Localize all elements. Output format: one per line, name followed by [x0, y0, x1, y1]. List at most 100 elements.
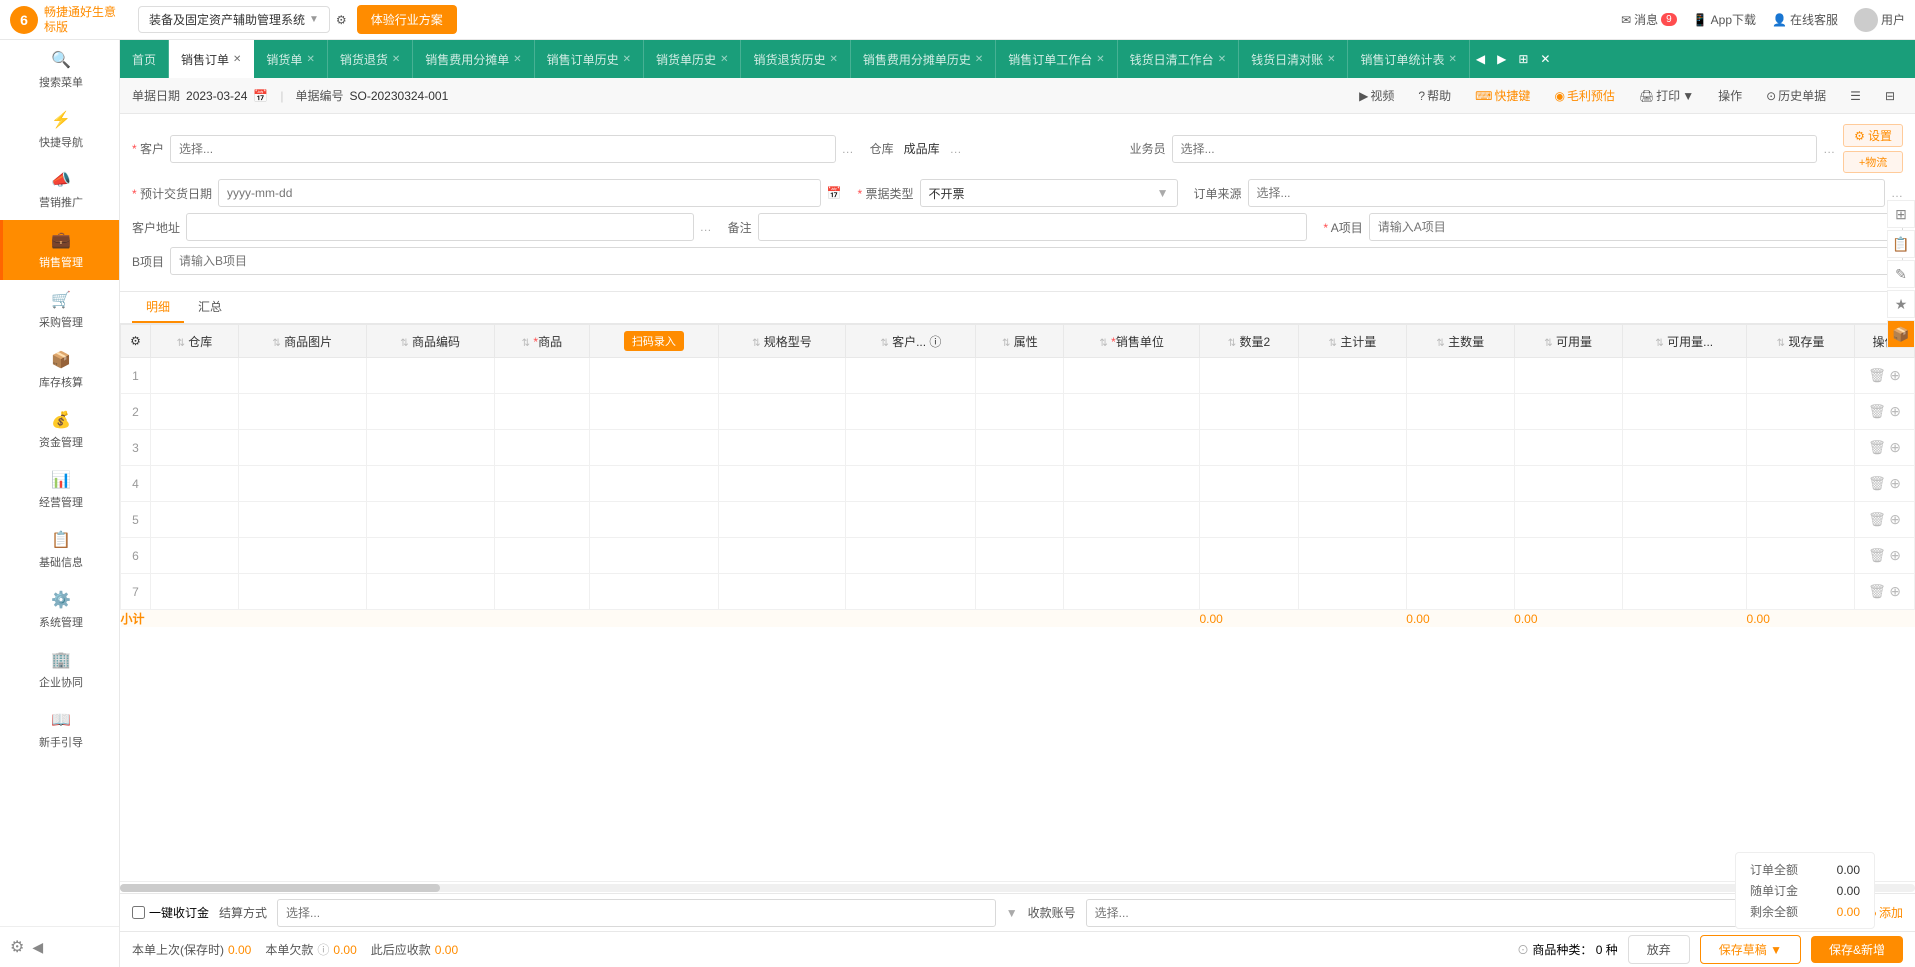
info-icon[interactable]: ⓘ [929, 335, 941, 349]
tab-close-all-btn[interactable]: ✕ [1534, 52, 1556, 66]
row-qty2[interactable] [1199, 502, 1298, 538]
print-btn[interactable]: 🖨 打印 ▼ [1631, 84, 1702, 107]
ops-btn[interactable]: 操作 [1710, 84, 1750, 107]
row-sales-unit[interactable] [1064, 574, 1200, 610]
row-main-unit[interactable] [1298, 358, 1406, 394]
invoice-select[interactable]: 不开票 ▼ [920, 179, 1178, 207]
row-spec[interactable] [718, 574, 846, 610]
row-customer-code[interactable] [846, 394, 976, 430]
order-source-more-icon[interactable]: … [1891, 186, 1903, 200]
remark-input[interactable] [758, 213, 1308, 241]
row-code[interactable] [366, 538, 494, 574]
tab-close-icon[interactable]: ✕ [623, 54, 631, 65]
tab-close-icon[interactable]: ✕ [829, 54, 837, 65]
edge-btn-2[interactable]: 📋 [1887, 230, 1915, 258]
row-code[interactable] [366, 394, 494, 430]
layout-btn[interactable]: ☰ [1842, 86, 1869, 106]
row-attr[interactable] [976, 394, 1064, 430]
row-qty2[interactable] [1199, 358, 1298, 394]
row-attr[interactable] [976, 574, 1064, 610]
delete-row-btn[interactable]: 🗑 [1868, 403, 1886, 419]
row-warehouse[interactable] [151, 430, 239, 466]
sidebar-item-basic-info[interactable]: 📋 基础信息 [0, 520, 119, 580]
shortcut-btn[interactable]: ⌨ 快捷键 [1467, 84, 1538, 107]
warehouse-more-icon[interactable]: … [950, 142, 962, 156]
delete-row-btn[interactable]: 🗑 [1868, 439, 1886, 455]
row-stock[interactable] [1747, 430, 1855, 466]
payment-checkbox-label[interactable]: 一键收订金 [132, 904, 209, 921]
edge-btn-4[interactable]: ★ [1887, 290, 1915, 318]
tab-close-icon[interactable]: ✕ [1449, 54, 1457, 65]
tab-cash-daily-account[interactable]: 钱货日清对账 ✕ [1239, 40, 1348, 78]
delete-row-btn[interactable]: 🗑 [1868, 547, 1886, 563]
row-available2[interactable] [1622, 574, 1747, 610]
account-input[interactable] [1086, 899, 1805, 927]
row-attr[interactable] [976, 430, 1064, 466]
customer-input[interactable] [170, 135, 836, 163]
row-available[interactable] [1514, 430, 1622, 466]
sidebar-item-enterprise[interactable]: 🏢 企业协同 [0, 640, 119, 700]
row-sales-unit[interactable] [1064, 358, 1200, 394]
customer-address-input[interactable] [186, 213, 694, 241]
tab-close-icon[interactable]: ✕ [392, 54, 400, 65]
row-stock[interactable] [1747, 502, 1855, 538]
row-product[interactable] [494, 538, 590, 574]
row-warehouse[interactable] [151, 358, 239, 394]
setup-btn[interactable]: ⚙ 设置 [1843, 124, 1903, 147]
row-main-unit[interactable] [1298, 502, 1406, 538]
view-video-btn[interactable]: ▶ 视频 [1351, 84, 1402, 107]
edge-btn-3[interactable]: ✎ [1887, 260, 1915, 288]
copy-row-btn[interactable]: ⊕ [1889, 367, 1901, 383]
sidebar-item-system[interactable]: ⚙️ 系统管理 [0, 580, 119, 640]
row-product[interactable] [494, 502, 590, 538]
history-btn[interactable]: ⊙ 历史单据 [1758, 84, 1834, 107]
row-qty2[interactable] [1199, 574, 1298, 610]
row-attr[interactable] [976, 466, 1064, 502]
calendar-icon[interactable]: 📅 [253, 89, 268, 103]
collapse-icon[interactable]: ◀ [32, 939, 43, 956]
tab-close-icon[interactable]: ✕ [720, 54, 728, 65]
row-main-unit[interactable] [1298, 574, 1406, 610]
row-customer-code[interactable] [846, 430, 976, 466]
sidebar-item-operations[interactable]: 📊 经营管理 [0, 460, 119, 520]
row-customer-code[interactable] [846, 574, 976, 610]
row-product[interactable] [494, 394, 590, 430]
row-main-qty[interactable] [1406, 502, 1514, 538]
row-main-unit[interactable] [1298, 394, 1406, 430]
copy-row-btn[interactable]: ⊕ [1889, 511, 1901, 527]
row-code[interactable] [366, 358, 494, 394]
row-available2[interactable] [1622, 502, 1747, 538]
row-code[interactable] [366, 574, 494, 610]
row-spec[interactable] [718, 502, 846, 538]
sidebar-item-marketing[interactable]: 📣 营销推广 [0, 160, 119, 220]
tab-close-icon[interactable]: ✕ [1096, 54, 1104, 65]
row-main-unit[interactable] [1298, 466, 1406, 502]
sidebar-item-inventory[interactable]: 📦 库存核算 [0, 340, 119, 400]
row-main-qty[interactable] [1406, 394, 1514, 430]
address-more-icon[interactable]: … [700, 220, 712, 234]
tab-sales-stat[interactable]: 销售订单统计表 ✕ [1348, 40, 1469, 78]
row-main-qty[interactable] [1406, 538, 1514, 574]
row-warehouse[interactable] [151, 502, 239, 538]
copy-row-btn[interactable]: ⊕ [1889, 475, 1901, 491]
sidebar-item-guide[interactable]: 📖 新手引导 [0, 700, 119, 760]
payment-checkbox[interactable] [132, 906, 145, 919]
row-available[interactable] [1514, 466, 1622, 502]
tab-sales-expense-history[interactable]: 销售费用分摊单历史 ✕ [851, 40, 996, 78]
row-available[interactable] [1514, 394, 1622, 430]
tab-next-btn[interactable]: ▶ [1491, 52, 1512, 66]
tab-sales-return[interactable]: 销货单 ✕ [254, 40, 327, 78]
help-btn[interactable]: ? 帮助 [1410, 84, 1459, 107]
date-value[interactable]: 2023-03-24 [186, 89, 247, 103]
row-stock[interactable] [1747, 574, 1855, 610]
tab-sales-refund-history[interactable]: 销货退货历史 ✕ [741, 40, 850, 78]
num-value[interactable]: SO-20230324-001 [350, 89, 449, 103]
row-spec[interactable] [718, 394, 846, 430]
tab-cash-daily-workbench[interactable]: 钱货日清工作台 ✕ [1118, 40, 1239, 78]
tab-sales-order-workbench[interactable]: 销售订单工作台 ✕ [996, 40, 1117, 78]
row-spec[interactable] [718, 466, 846, 502]
customer-more-icon[interactable]: … [842, 142, 854, 156]
table-scrollbar[interactable] [120, 881, 1915, 893]
tab-close-icon[interactable]: ✕ [513, 54, 521, 65]
row-customer-code[interactable] [846, 502, 976, 538]
